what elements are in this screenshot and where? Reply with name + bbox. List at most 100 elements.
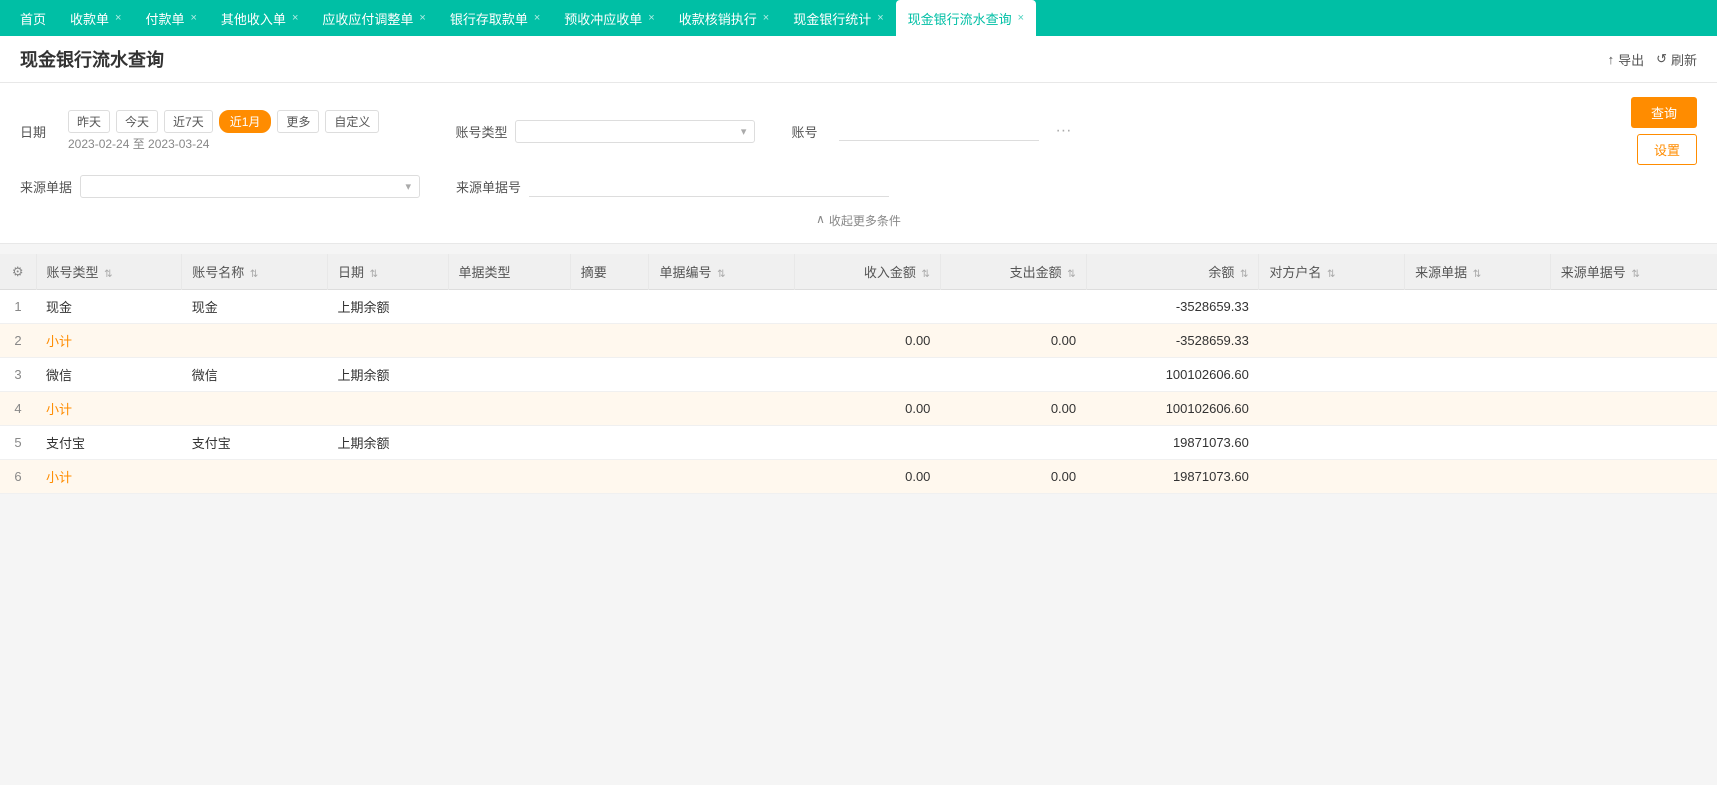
col-source-doc[interactable]: 来源单据 ⇅ [1405,254,1551,290]
settings-button[interactable]: 设置 [1637,134,1697,165]
cell-counterparty [1259,426,1405,460]
cell-expense: 0.00 [940,392,1086,426]
cell-doc-type [448,324,570,358]
cell-source-doc-num [1550,324,1717,358]
row-number: 6 [0,460,36,494]
query-button[interactable]: 查询 [1631,97,1697,128]
date-btn-7days[interactable]: 近7天 [164,110,213,133]
cell-account-name: 微信 [182,358,328,392]
cell-summary [570,460,649,494]
col-doc-type[interactable]: 单据类型 [448,254,570,290]
col-balance[interactable]: 余额 ⇅ [1086,254,1259,290]
account-type-select[interactable]: ▾ [515,120,755,143]
cell-source-doc [1405,290,1551,324]
export-icon: ↑ [1608,52,1615,67]
cell-account-name: 支付宝 [182,426,328,460]
nav-tab-0[interactable]: 收款单 × [58,0,133,36]
cell-income: 0.00 [795,460,941,494]
chevron-down-icon-2: ▾ [405,180,411,193]
date-btn-custom[interactable]: 自定义 [325,110,379,133]
export-button[interactable]: ↑ 导出 [1608,50,1645,69]
cell-account-type: 现金 [36,290,182,324]
nav-tab-4[interactable]: 银行存取款单 × [438,0,552,36]
cell-account-type: 支付宝 [36,426,182,460]
source-doc-num-input[interactable] [529,177,889,197]
date-btn-more[interactable]: 更多 [277,110,319,133]
cell-date [327,460,448,494]
table-row: 2小计0.000.00-3528659.33 [0,324,1717,358]
table-container: ⚙ 账号类型 ⇅ 账号名称 ⇅ 日期 ⇅ 单据类型 摘要 [0,254,1717,494]
cell-source-doc [1405,460,1551,494]
source-doc-label: 来源单据 [20,177,72,196]
nav-tab-8[interactable]: 现金银行流水查询 × [896,0,1036,36]
col-counterparty[interactable]: 对方户名 ⇅ [1259,254,1405,290]
cell-doc-type [448,460,570,494]
cell-date [327,392,448,426]
close-icon[interactable]: × [648,12,654,24]
dots-button[interactable]: ··· [1047,120,1079,142]
close-icon[interactable]: × [292,12,298,24]
col-summary: 摘要 [570,254,649,290]
nav-tab-6[interactable]: 收款核销执行 × [667,0,781,36]
sort-icon: ⇅ [250,269,258,280]
col-date[interactable]: 日期 ⇅ [327,254,448,290]
close-icon[interactable]: × [1018,12,1024,24]
table-row: 3微信微信上期余额100102606.60 [0,358,1717,392]
cell-counterparty [1259,460,1405,494]
gear-icon[interactable]: ⚙ [12,264,24,279]
cell-summary [570,324,649,358]
cell-source-doc-num [1550,392,1717,426]
collapse-icon: ∧ [816,212,825,229]
row-number: 5 [0,426,36,460]
sort-icon: ⇅ [104,269,112,280]
sort-icon: ⇅ [1473,269,1481,280]
refresh-button[interactable]: ↺ 刷新 [1656,50,1697,69]
cell-source-doc [1405,392,1551,426]
nav-tab-3[interactable]: 应收应付调整单 × [310,0,437,36]
close-icon[interactable]: × [115,12,121,24]
nav-home[interactable]: 首页 [8,0,58,36]
col-income[interactable]: 收入金额 ⇅ [795,254,941,290]
nav-tab-2[interactable]: 其他收入单 × [209,0,310,36]
source-doc-num-filter: 来源单据号 [456,177,889,197]
cell-doc-num [649,324,795,358]
date-btn-1month[interactable]: 近1月 [219,110,272,133]
close-icon[interactable]: × [763,12,769,24]
sort-icon: ⇅ [717,269,725,280]
cell-balance: -3528659.33 [1086,324,1259,358]
cell-source-doc-num [1550,426,1717,460]
filter-row-2: 来源单据 ▾ 来源单据号 [20,175,1697,198]
cell-doc-num [649,426,795,460]
collapse-bar[interactable]: ∧ 收起更多条件 [20,208,1697,233]
close-icon[interactable]: × [190,12,196,24]
nav-tab-1[interactable]: 付款单 × [133,0,208,36]
row-number: 2 [0,324,36,358]
cell-income [795,426,941,460]
source-doc-select[interactable]: ▾ [80,175,420,198]
col-account-name[interactable]: 账号名称 ⇅ [182,254,328,290]
cell-account-type: 小计 [36,460,182,494]
nav-tab-7[interactable]: 现金银行统计 × [781,0,895,36]
cell-balance: 100102606.60 [1086,392,1259,426]
close-icon[interactable]: × [534,12,540,24]
col-doc-num[interactable]: 单据编号 ⇅ [649,254,795,290]
close-icon[interactable]: × [419,12,425,24]
row-number: 3 [0,358,36,392]
row-number: 4 [0,392,36,426]
table-row: 1现金现金上期余额-3528659.33 [0,290,1717,324]
filter-area: 日期 昨天 今天 近7天 近1月 更多 自定义 2023-02-24 至 202… [0,83,1717,244]
sort-icon: ⇅ [1327,269,1335,280]
close-icon[interactable]: × [877,12,883,24]
nav-tab-5[interactable]: 预收冲应收单 × [552,0,666,36]
chevron-down-icon: ▾ [741,125,747,138]
col-source-doc-num[interactable]: 来源单据号 ⇅ [1550,254,1717,290]
col-expense[interactable]: 支出金额 ⇅ [940,254,1086,290]
cell-date: 上期余额 [327,290,448,324]
col-account-type[interactable]: 账号类型 ⇅ [36,254,182,290]
top-nav: 首页 收款单 × 付款单 × 其他收入单 × 应收应付调整单 × 银行存取款单 … [0,0,1717,36]
date-btn-yesterday[interactable]: 昨天 [68,110,110,133]
date-btn-today[interactable]: 今天 [116,110,158,133]
page-title: 现金银行流水查询 [20,46,164,72]
account-input[interactable] [839,121,1039,141]
cell-summary [570,290,649,324]
